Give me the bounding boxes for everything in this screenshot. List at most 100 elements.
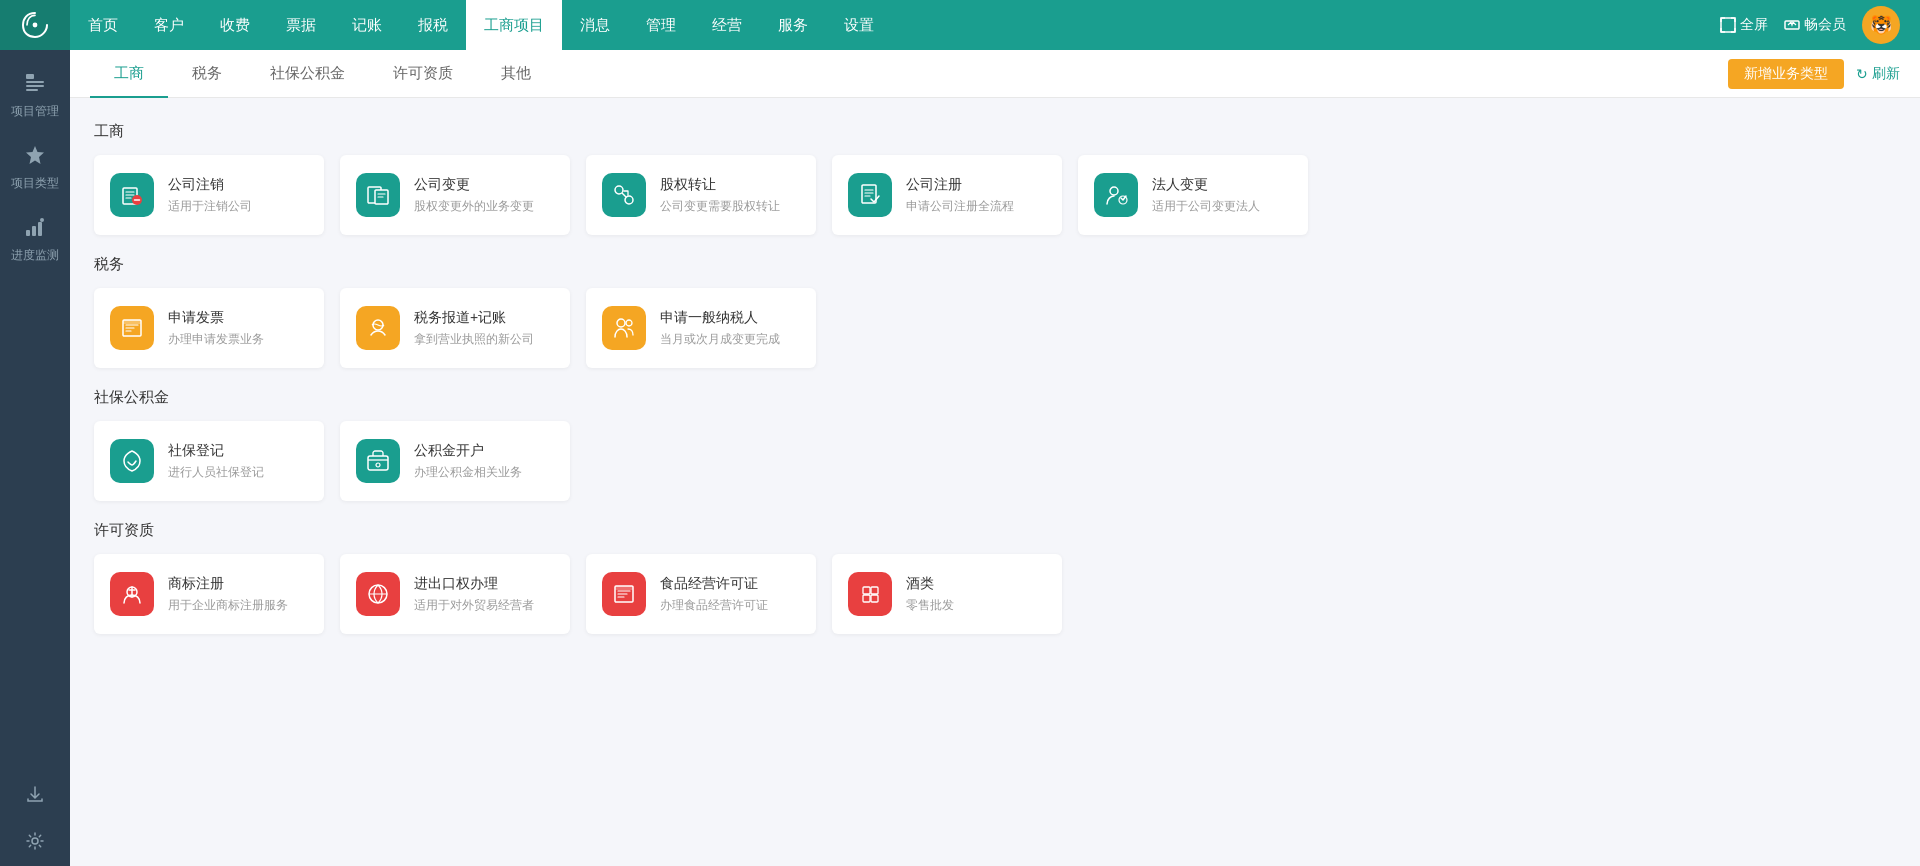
refresh-button[interactable]: ↻ 刷新 [1856, 65, 1900, 83]
card-icon-alcohol [848, 572, 892, 616]
section-title-shebao: 社保公积金 [94, 388, 1896, 407]
card-icon-import-export [356, 572, 400, 616]
card-icon-tax [356, 306, 400, 350]
project-management-icon [24, 72, 46, 99]
sidebar-item-progress[interactable]: 进度监测 [0, 204, 70, 276]
nav-item-客户[interactable]: 客户 [136, 0, 202, 50]
card-text-security: 社保登记 进行人员社保登记 [168, 442, 264, 481]
nav-item-首页[interactable]: 首页 [70, 0, 136, 50]
card-text-taxpayer: 申请一般纳税人 当月或次月成变更完成 [660, 309, 780, 348]
refresh-icon: ↻ [1856, 66, 1868, 82]
card-equity-transfer[interactable]: 股权转让 公司变更需要股权转让 [586, 155, 816, 235]
card-icon-register [848, 173, 892, 217]
sidebar-item-label: 项目类型 [11, 175, 59, 192]
card-text-invoice: 申请发票 办理申请发票业务 [168, 309, 264, 348]
card-icon-taxpayer [602, 306, 646, 350]
card-icon-food [602, 572, 646, 616]
svg-point-12 [32, 838, 38, 844]
card-provident-fund[interactable]: 公积金开户 办理公积金相关业务 [340, 421, 570, 501]
scroll-content: 工商 公司注销 适用于注销公司 [70, 98, 1920, 866]
sidebar-item-project-type[interactable]: 项目类型 [0, 132, 70, 204]
svg-point-25 [617, 319, 625, 327]
project-type-icon [24, 144, 46, 171]
svg-point-17 [615, 186, 623, 194]
section-title-xuke: 许可资质 [94, 521, 1896, 540]
tab-right-actions: 新增业务类型 ↻ 刷新 [1728, 59, 1900, 89]
content-area: 工商 税务 社保公积金 许可资质 其他 新增业务类型 ↻ 刷新 [70, 50, 1920, 866]
tab-other[interactable]: 其他 [477, 51, 555, 98]
svg-rect-4 [26, 81, 44, 83]
svg-point-18 [625, 196, 633, 204]
nav-item-设置[interactable]: 设置 [826, 0, 892, 50]
card-icon-cancel [110, 173, 154, 217]
card-general-taxpayer[interactable]: 申请一般纳税人 当月或次月成变更完成 [586, 288, 816, 368]
card-text-tax: 税务报道+记账 拿到营业执照的新公司 [414, 309, 534, 348]
card-import-export[interactable]: 进出口权办理 适用于对外贸易经营者 [340, 554, 570, 634]
card-social-security[interactable]: 社保登记 进行人员社保登记 [94, 421, 324, 501]
nav-item-工商项目[interactable]: 工商项目 [466, 0, 562, 50]
card-tax-bookkeeping[interactable]: 税务报道+记账 拿到营业执照的新公司 [340, 288, 570, 368]
nav-items: 首页客户收费票据记账报税工商项目消息管理经营服务设置 [70, 0, 1720, 50]
top-nav-right: 全屏 畅会员 🐯 [1720, 6, 1920, 44]
svg-rect-33 [863, 587, 870, 594]
card-company-cancel[interactable]: 公司注销 适用于注销公司 [94, 155, 324, 235]
svg-rect-1 [1721, 18, 1735, 32]
card-trademark[interactable]: 商标注册 用于企业商标注册服务 [94, 554, 324, 634]
avatar[interactable]: 🐯 [1862, 6, 1900, 44]
tab-shebao[interactable]: 社保公积金 [246, 51, 369, 98]
logo[interactable] [0, 0, 70, 50]
svg-point-26 [626, 320, 632, 326]
download-icon [25, 784, 45, 807]
sidebar-settings[interactable] [0, 819, 70, 866]
nav-item-报税[interactable]: 报税 [400, 0, 466, 50]
svg-rect-32 [615, 586, 633, 590]
card-food-license[interactable]: 食品经营许可证 办理食品经营许可证 [586, 554, 816, 634]
tab-xuke[interactable]: 许可资质 [369, 51, 477, 98]
card-company-register[interactable]: 公司注册 申请公司注册全流程 [832, 155, 1062, 235]
nav-item-服务[interactable]: 服务 [760, 0, 826, 50]
tab-shuiwu[interactable]: 税务 [168, 51, 246, 98]
section-xuke: 许可资质 商标注册 用于企业商标注册服务 [94, 521, 1896, 634]
new-type-button[interactable]: 新增业务类型 [1728, 59, 1844, 89]
card-legal-person-change[interactable]: 法人变更 适用于公司变更法人 [1078, 155, 1308, 235]
svg-rect-6 [26, 89, 38, 91]
svg-rect-9 [32, 226, 36, 236]
card-icon-change [356, 173, 400, 217]
tab-gongshang[interactable]: 工商 [90, 51, 168, 98]
fullscreen-label: 全屏 [1740, 16, 1768, 34]
card-company-change[interactable]: 公司变更 股权变更外的业务变更 [340, 155, 570, 235]
nav-item-经营[interactable]: 经营 [694, 0, 760, 50]
progress-icon [24, 216, 46, 243]
card-alcohol[interactable]: 酒类 零售批发 [832, 554, 1062, 634]
card-icon-legal [1094, 173, 1138, 217]
card-text-change: 公司变更 股权变更外的业务变更 [414, 176, 534, 215]
nav-item-消息[interactable]: 消息 [562, 0, 628, 50]
section-shuiwu: 税务 申请发票 办理申请发票业务 [94, 255, 1896, 368]
sidebar-download[interactable] [0, 772, 70, 819]
nav-item-记账[interactable]: 记账 [334, 0, 400, 50]
svg-rect-35 [863, 595, 870, 602]
card-icon-invoice [110, 306, 154, 350]
nav-item-收费[interactable]: 收费 [202, 0, 268, 50]
tab-bar: 工商 税务 社保公积金 许可资质 其他 新增业务类型 ↻ 刷新 [70, 50, 1920, 98]
cards-gongshang: 公司注销 适用于注销公司 公司变更 [94, 155, 1896, 235]
vip-label: 畅会员 [1804, 16, 1846, 34]
svg-point-11 [40, 218, 44, 222]
svg-point-20 [1110, 187, 1118, 195]
card-icon-trademark [110, 572, 154, 616]
svg-rect-34 [871, 587, 878, 594]
fullscreen-button[interactable]: 全屏 [1720, 16, 1768, 34]
section-title-gongshang: 工商 [94, 122, 1896, 141]
nav-item-管理[interactable]: 管理 [628, 0, 694, 50]
vip-button[interactable]: 畅会员 [1784, 16, 1846, 34]
section-title-shuiwu: 税务 [94, 255, 1896, 274]
card-apply-invoice[interactable]: 申请发票 办理申请发票业务 [94, 288, 324, 368]
svg-rect-19 [862, 185, 876, 203]
cards-shebao: 社保登记 进行人员社保登记 [94, 421, 1896, 501]
settings-icon [25, 831, 45, 854]
nav-item-票据[interactable]: 票据 [268, 0, 334, 50]
svg-rect-36 [871, 595, 878, 602]
card-icon-security [110, 439, 154, 483]
sidebar-item-project-management[interactable]: 项目管理 [0, 60, 70, 132]
top-navigation: 首页客户收费票据记账报税工商项目消息管理经营服务设置 全屏 畅会员 🐯 [0, 0, 1920, 50]
